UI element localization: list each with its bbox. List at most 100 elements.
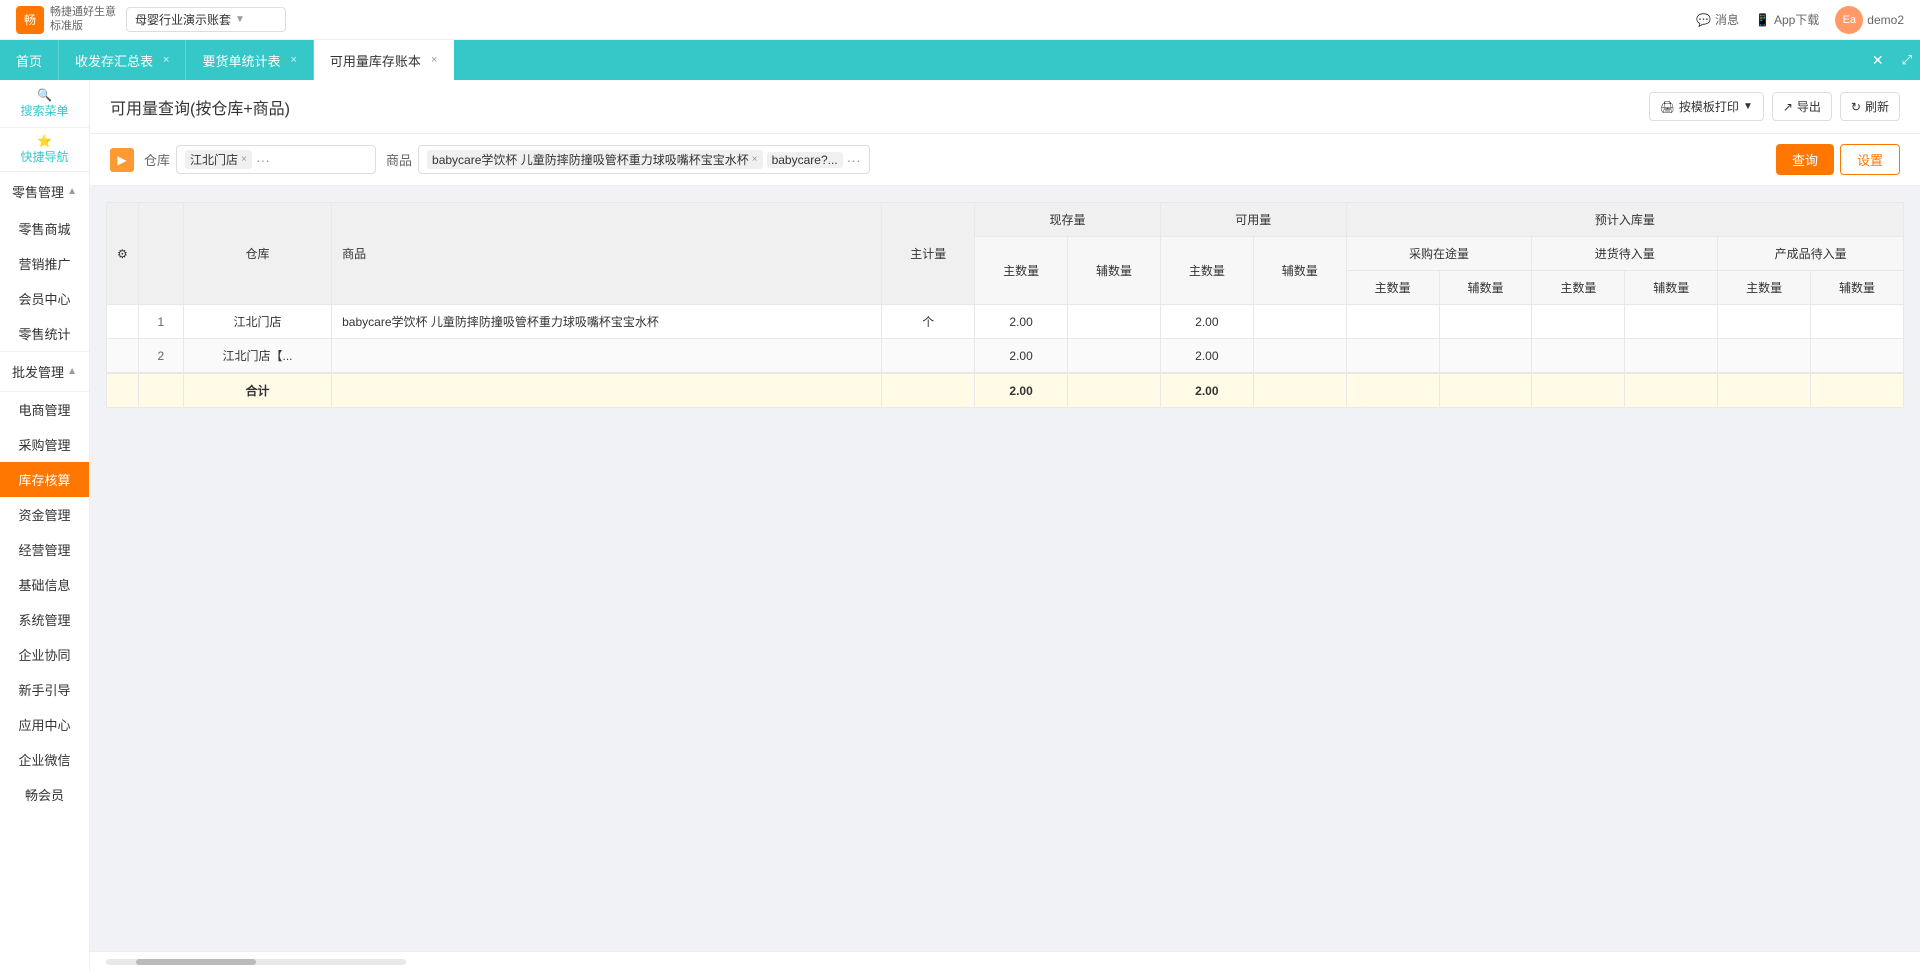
- row-incoming-aux-0: [1625, 305, 1718, 339]
- tab-receipts[interactable]: 收发存汇总表 ×: [59, 40, 186, 80]
- scroll-thumb[interactable]: [136, 959, 256, 965]
- warehouse-tag-close[interactable]: ×: [241, 154, 247, 165]
- purchasing-aux-header: 辅数量: [1439, 271, 1532, 305]
- sidebar-item-appcenter[interactable]: 应用中心: [0, 707, 89, 742]
- expand-filter-button[interactable]: ▶: [110, 148, 134, 172]
- settings-col-header[interactable]: ⚙: [107, 203, 139, 305]
- row-settings[interactable]: [107, 339, 139, 374]
- tab-inventory[interactable]: 可用量库存账本 ×: [314, 40, 454, 80]
- message-button[interactable]: 💬 消息: [1696, 11, 1739, 28]
- row-warehouse-0: 江北门店: [183, 305, 331, 339]
- sidebar-item-retail-mall[interactable]: 零售商城: [0, 211, 89, 246]
- row-num-header: [138, 203, 183, 305]
- table-footer: [90, 951, 1920, 971]
- print-chevron-icon: ▼: [1743, 101, 1753, 112]
- top-bar-left: 畅 畅捷通好生意 标准版 母婴行业演示账套 ▼: [16, 6, 286, 34]
- sidebar-section-retail-header[interactable]: 零售管理 ▲: [0, 172, 89, 211]
- horizontal-scrollbar[interactable]: [106, 959, 406, 965]
- row-available-main-1: 2.00: [1160, 339, 1253, 374]
- setting-button[interactable]: 设置: [1840, 144, 1900, 175]
- expand-tabs-button[interactable]: ⤢: [1894, 40, 1920, 80]
- row-purchasing-aux-1: [1439, 339, 1532, 374]
- sidebar-search[interactable]: 🔍 搜索菜单: [0, 80, 89, 128]
- sidebar-item-ecommerce[interactable]: 电商管理: [0, 392, 89, 427]
- product-more-icon[interactable]: ···: [847, 152, 861, 168]
- logo-text: 畅捷通好生意 标准版: [50, 6, 116, 32]
- row-purchasing-aux-0: [1439, 305, 1532, 339]
- summary-available-main: 2.00: [1160, 373, 1253, 408]
- sidebar-section-wholesale-header[interactable]: 批发管理 ▲: [0, 352, 89, 391]
- available-main-header: 主数量: [1160, 237, 1253, 305]
- warehouse-filter-group: 仓库 江北门店 × ···: [144, 145, 376, 174]
- table-row: 1 江北门店 babycare学饮杯 儿童防摔防撞吸管杯重力球吸嘴杯宝宝水杯 个…: [107, 305, 1904, 339]
- wholesale-expand-icon: ▲: [67, 366, 77, 377]
- sidebar-item-member[interactable]: 畅会员: [0, 777, 89, 812]
- row-unit-1: [882, 339, 975, 374]
- store-selector[interactable]: 母婴行业演示账套 ▼: [126, 7, 286, 32]
- product-input[interactable]: babycare学饮杯 儿童防摔防撞吸管杯重力球吸嘴杯宝宝水杯 × babyca…: [418, 145, 870, 174]
- row-product-1: [332, 339, 882, 374]
- row-stock-main-1: 2.00: [975, 339, 1068, 374]
- receipts-tab-label: 收发存汇总表: [75, 51, 153, 70]
- query-button[interactable]: 查询: [1776, 144, 1834, 175]
- available-aux-header: 辅数量: [1253, 237, 1346, 305]
- sidebar-section-retail: 零售管理 ▲ 零售商城 营销推广 会员中心 零售统计: [0, 172, 89, 352]
- top-bar: 畅 畅捷通好生意 标准版 母婴行业演示账套 ▼ 💬 消息 📱 App下载 Ea …: [0, 0, 1920, 40]
- sidebar-item-inventory[interactable]: 库存核算: [0, 462, 89, 497]
- warehouse-input[interactable]: 江北门店 × ···: [176, 145, 376, 174]
- row-num-0: 1: [138, 305, 183, 339]
- table-row: 2 江北门店【... 2.00 2.00: [107, 339, 1904, 374]
- sidebar-item-basic[interactable]: 基础信息: [0, 567, 89, 602]
- sidebar-item-operations[interactable]: 经营管理: [0, 532, 89, 567]
- page-actions: 🖨 按模板打印 ▼ ↗ 导出 ↻ 刷新: [1649, 92, 1900, 121]
- incoming-aux-header: 辅数量: [1625, 271, 1718, 305]
- sidebar-item-wechat[interactable]: 企业微信: [0, 742, 89, 777]
- nav-tabs: 首页 收发存汇总表 × 要货单统计表 × 可用量库存账本 × ✕ ⤢: [0, 40, 1920, 80]
- stock-main-header: 主数量: [975, 237, 1068, 305]
- tab-home[interactable]: 首页: [0, 40, 59, 80]
- product-tag-1: babycare学饮杯 儿童防摔防撞吸管杯重力球吸嘴杯宝宝水杯 ×: [427, 150, 763, 169]
- row-product-0: babycare学饮杯 儿童防摔防撞吸管杯重力球吸嘴杯宝宝水杯: [332, 305, 882, 339]
- tab-orders[interactable]: 要货单统计表 ×: [186, 40, 313, 80]
- row-production-main-0: [1718, 305, 1811, 339]
- orders-tab-label: 要货单统计表: [202, 51, 280, 70]
- row-production-aux-0: [1811, 305, 1904, 339]
- row-stock-aux-0: [1068, 305, 1161, 339]
- production-header: 产成品待入量: [1718, 237, 1904, 271]
- row-purchasing-main-1: [1346, 339, 1439, 374]
- close-receipts-icon[interactable]: ×: [163, 54, 169, 66]
- warehouse-more-icon[interactable]: ···: [256, 152, 270, 168]
- production-main-header: 主数量: [1718, 271, 1811, 305]
- sidebar-item-system[interactable]: 系统管理: [0, 602, 89, 637]
- product-tag-1-close[interactable]: ×: [752, 154, 758, 165]
- user-menu[interactable]: Ea demo2: [1835, 6, 1904, 34]
- sidebar-item-enterprise[interactable]: 企业协同: [0, 637, 89, 672]
- print-button[interactable]: 🖨 按模板打印 ▼: [1649, 92, 1764, 121]
- summary-row: 合计 2.00 2.00: [107, 373, 1904, 408]
- app-download-button[interactable]: 📱 App下载: [1755, 11, 1819, 28]
- sidebar-item-finance[interactable]: 资金管理: [0, 497, 89, 532]
- sidebar-item-marketing[interactable]: 营销推广: [0, 246, 89, 281]
- row-available-aux-0: [1253, 305, 1346, 339]
- close-all-tabs[interactable]: ✕: [1862, 40, 1894, 80]
- product-label: 商品: [386, 150, 412, 169]
- warehouse-label: 仓库: [144, 150, 170, 169]
- sidebar-item-retail-stats[interactable]: 零售统计: [0, 316, 89, 351]
- row-warehouse-1: 江北门店【...: [183, 339, 331, 374]
- sidebar-item-newguide[interactable]: 新手引导: [0, 672, 89, 707]
- row-settings[interactable]: [107, 305, 139, 339]
- sidebar-item-purchase[interactable]: 采购管理: [0, 427, 89, 462]
- sidebar-item-members[interactable]: 会员中心: [0, 281, 89, 316]
- message-icon: 💬: [1696, 13, 1711, 27]
- product-tag-2: babycare?...: [767, 152, 843, 168]
- home-tab-label: 首页: [16, 51, 42, 70]
- logo-area: 畅 畅捷通好生意 标准版: [16, 6, 116, 34]
- close-orders-icon[interactable]: ×: [290, 54, 296, 66]
- close-inventory-icon[interactable]: ×: [431, 54, 437, 66]
- sidebar: 🔍 搜索菜单 ⭐ 快捷导航 零售管理 ▲ 零售商城 营销推广 会员中心 零售统计: [0, 80, 90, 971]
- export-button[interactable]: ↗ 导出: [1772, 92, 1832, 121]
- incoming-main-header: 主数量: [1532, 271, 1625, 305]
- refresh-button[interactable]: ↻ 刷新: [1840, 92, 1900, 121]
- close-all-icon: ✕: [1872, 52, 1884, 69]
- sidebar-quick-nav[interactable]: ⭐ 快捷导航: [0, 128, 89, 172]
